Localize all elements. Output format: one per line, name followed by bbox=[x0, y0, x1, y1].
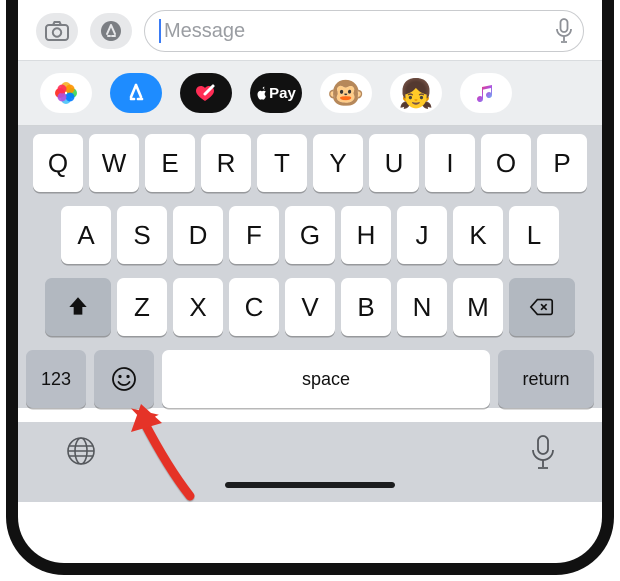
key-emoji[interactable] bbox=[94, 350, 154, 408]
key-k[interactable]: K bbox=[453, 206, 503, 264]
camera-icon bbox=[45, 21, 69, 41]
app-photos[interactable] bbox=[40, 73, 92, 113]
apple-logo-icon bbox=[256, 86, 268, 100]
app-music[interactable] bbox=[460, 73, 512, 113]
mic-icon bbox=[530, 434, 556, 470]
mic-icon bbox=[555, 18, 573, 44]
message-placeholder: Message bbox=[164, 20, 245, 43]
key-e[interactable]: E bbox=[145, 134, 195, 192]
key-d[interactable]: D bbox=[173, 206, 223, 264]
key-i[interactable]: I bbox=[425, 134, 475, 192]
app-apple-pay[interactable]: Pay bbox=[250, 73, 302, 113]
app-drawer-button[interactable] bbox=[90, 13, 132, 49]
globe-icon bbox=[64, 434, 98, 468]
key-l[interactable]: L bbox=[509, 206, 559, 264]
key-backspace[interactable] bbox=[509, 278, 575, 336]
key-g[interactable]: G bbox=[285, 206, 335, 264]
key-c[interactable]: C bbox=[229, 278, 279, 336]
key-h[interactable]: H bbox=[341, 206, 391, 264]
key-m[interactable]: M bbox=[453, 278, 503, 336]
app-store-glyph-icon bbox=[122, 79, 150, 107]
key-q[interactable]: Q bbox=[33, 134, 83, 192]
imessage-app-strip: Pay 🐵 👧 bbox=[18, 60, 602, 126]
key-p[interactable]: P bbox=[537, 134, 587, 192]
key-a[interactable]: A bbox=[61, 206, 111, 264]
key-f[interactable]: F bbox=[229, 206, 279, 264]
key-return[interactable]: return bbox=[498, 350, 594, 408]
key-shift[interactable] bbox=[45, 278, 111, 336]
monkey-face-icon: 🐵 bbox=[327, 76, 364, 111]
app-digital-touch[interactable] bbox=[180, 73, 232, 113]
key-numbers[interactable]: 123 bbox=[26, 350, 86, 408]
app-store-mini[interactable] bbox=[110, 73, 162, 113]
keyboard-row-2: A S D F G H J K L bbox=[24, 206, 596, 264]
key-s[interactable]: S bbox=[117, 206, 167, 264]
keyboard-row-1: Q W E R T Y U I O P bbox=[24, 134, 596, 192]
emoji-smile-icon bbox=[110, 365, 138, 393]
key-v[interactable]: V bbox=[285, 278, 335, 336]
keyboard-row-3: Z X C V B N M bbox=[24, 278, 596, 336]
key-y[interactable]: Y bbox=[313, 134, 363, 192]
message-input-row: Message bbox=[18, 0, 602, 60]
key-z[interactable]: Z bbox=[117, 278, 167, 336]
key-r[interactable]: R bbox=[201, 134, 251, 192]
keyboard-row-4: 123 space return bbox=[24, 350, 596, 408]
shift-icon bbox=[65, 294, 91, 320]
app-memoji[interactable]: 🐵 bbox=[320, 73, 372, 113]
app-store-icon bbox=[99, 19, 123, 43]
message-input[interactable]: Message bbox=[144, 10, 584, 52]
home-indicator[interactable] bbox=[225, 482, 395, 488]
key-space[interactable]: space bbox=[162, 350, 490, 408]
dictation-button[interactable] bbox=[530, 434, 556, 470]
key-j[interactable]: J bbox=[397, 206, 447, 264]
globe-language-button[interactable] bbox=[64, 434, 98, 468]
heart-touch-icon bbox=[191, 82, 221, 104]
dictation-mic-button[interactable] bbox=[555, 18, 573, 44]
key-u[interactable]: U bbox=[369, 134, 419, 192]
photos-icon bbox=[53, 80, 79, 106]
key-w[interactable]: W bbox=[89, 134, 139, 192]
keyboard: Q W E R T Y U I O P A S D F G H bbox=[18, 126, 602, 408]
camera-button[interactable] bbox=[36, 13, 78, 49]
key-b[interactable]: B bbox=[341, 278, 391, 336]
apple-pay-label: Pay bbox=[269, 85, 296, 102]
key-o[interactable]: O bbox=[481, 134, 531, 192]
music-note-icon bbox=[474, 81, 498, 105]
avatar-icon: 👧 bbox=[399, 77, 434, 110]
key-x[interactable]: X bbox=[173, 278, 223, 336]
backspace-icon bbox=[529, 294, 555, 320]
text-cursor bbox=[159, 19, 161, 43]
key-n[interactable]: N bbox=[397, 278, 447, 336]
app-animoji[interactable]: 👧 bbox=[390, 73, 442, 113]
key-t[interactable]: T bbox=[257, 134, 307, 192]
keyboard-bottom-bar bbox=[18, 422, 602, 502]
